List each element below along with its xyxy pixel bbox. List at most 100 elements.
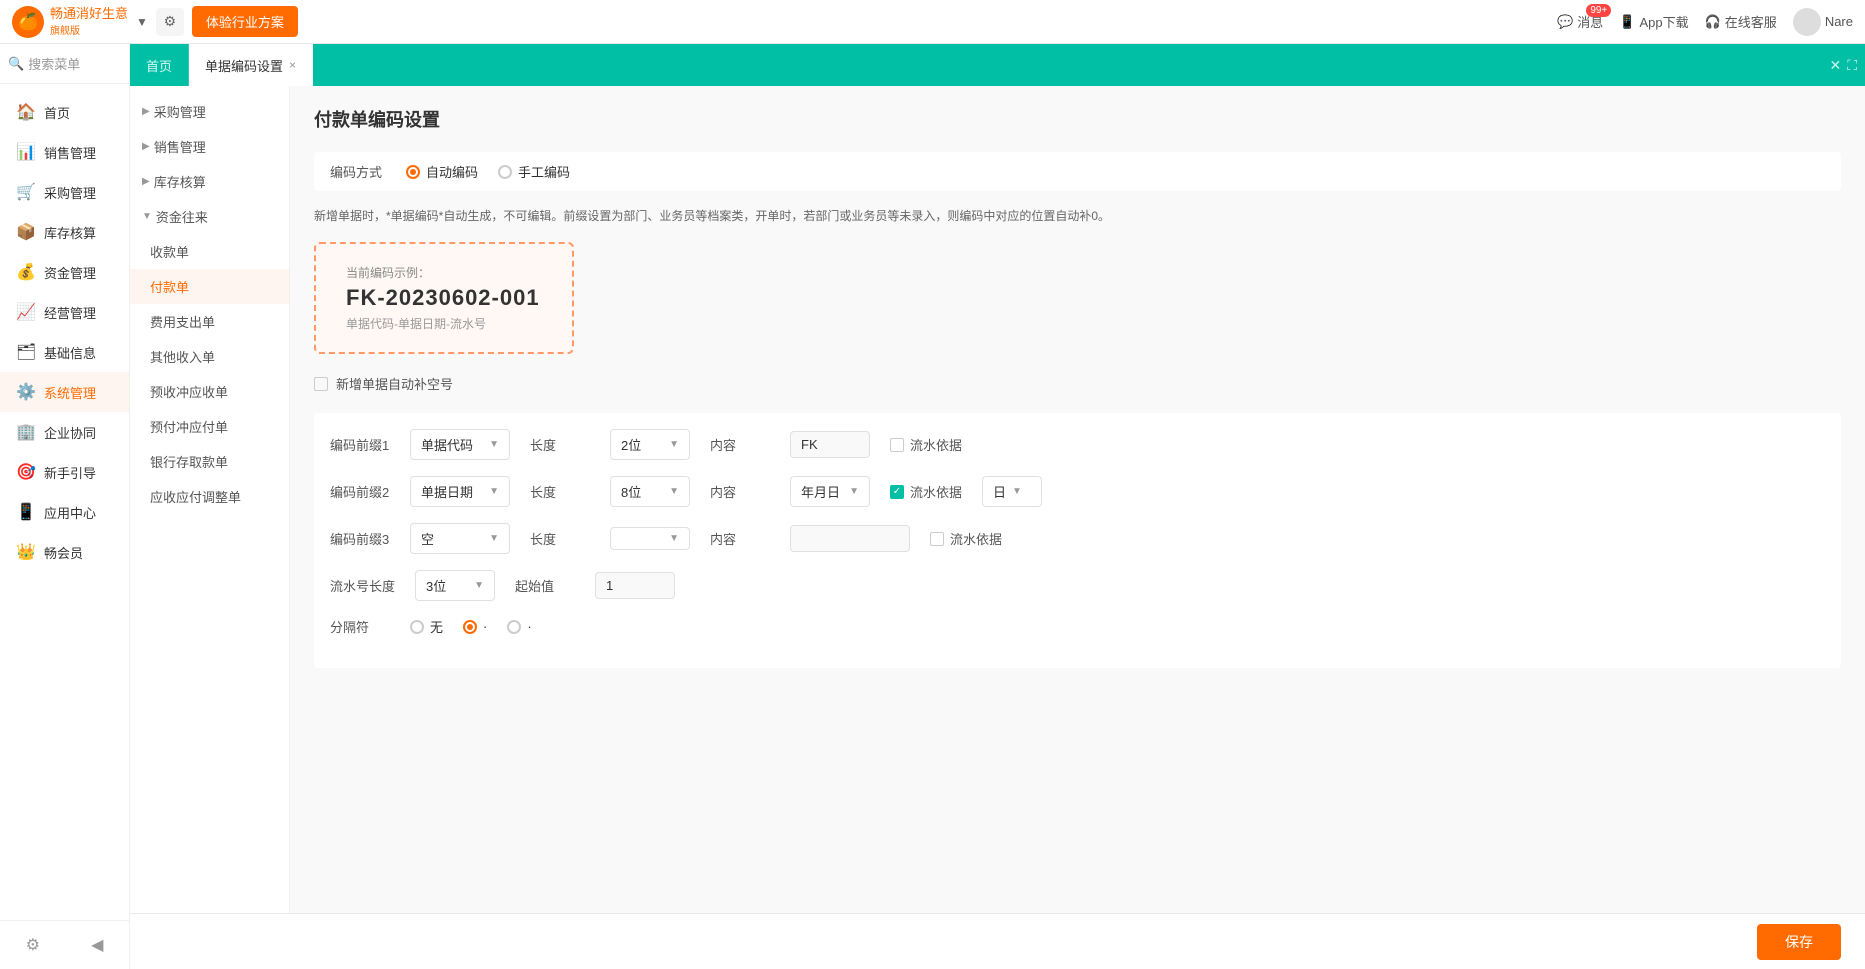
- dropdown-arrow-icon[interactable]: ▼: [136, 15, 148, 29]
- sidebar-item-sales-label: 销售管理: [44, 143, 96, 162]
- sidebar-item-purchase[interactable]: 🛒 采购管理: [0, 172, 129, 212]
- prefix3-length-select[interactable]: ▼: [610, 527, 690, 550]
- sidebar-search[interactable]: 🔍 搜索菜单: [0, 44, 129, 84]
- prefix3-select[interactable]: 空 ▼: [410, 523, 510, 554]
- sub-menu-item-receipt[interactable]: 收款单: [130, 234, 289, 269]
- sidebar-item-inventory-label: 库存核算: [44, 223, 96, 242]
- sub-menu-purchase-header[interactable]: ▶ 采购管理: [130, 94, 289, 129]
- sidebar-nav: 🏠 首页 📊 销售管理 🛒 采购管理 📦 库存核算 💰 资金管理 📈 经: [0, 84, 129, 920]
- inventory-arrow-icon: ▶: [142, 176, 150, 187]
- capital-arrow-icon: ▼: [142, 211, 152, 222]
- trial-button[interactable]: 体验行业方案: [192, 6, 298, 37]
- sub-menu-inventory-header[interactable]: ▶ 库存核算: [130, 164, 289, 199]
- collapse-icon[interactable]: ◀: [85, 929, 109, 961]
- auto-encode-radio[interactable]: 自动编码: [406, 162, 478, 181]
- sub-menu-item-expense[interactable]: 费用支出单: [130, 304, 289, 339]
- encoding-radio-group: 自动编码 手工编码: [406, 162, 570, 181]
- maximize-icon[interactable]: ⛶: [1847, 57, 1857, 74]
- enterprise-icon: 🏢: [16, 422, 36, 442]
- sidebar-item-member[interactable]: 👑 畅会员: [0, 532, 129, 572]
- prefix2-dropdown-icon: ▼: [489, 486, 499, 497]
- sidebar-item-basic[interactable]: 🗂 基础信息: [0, 332, 129, 372]
- bottom-bar: 保存: [130, 913, 1865, 969]
- sep-none-circle: [410, 620, 424, 634]
- page-title: 付款单编码设置: [314, 106, 1841, 132]
- sub-menu-item-income[interactable]: 其他收入单: [130, 339, 289, 374]
- sidebar-item-enterprise[interactable]: 🏢 企业协同: [0, 412, 129, 452]
- prefix2-serial-checkbox[interactable]: ✓: [890, 485, 904, 499]
- app-download-item[interactable]: 📱 App下载: [1619, 12, 1688, 31]
- sidebar-item-operation[interactable]: 📈 经营管理: [0, 292, 129, 332]
- sep-dash-radio[interactable]: ·: [507, 619, 531, 634]
- manual-encode-circle: [498, 165, 512, 179]
- start-value-input[interactable]: [595, 572, 675, 599]
- sidebar: 🔍 搜索菜单 🏠 首页 📊 销售管理 🛒 采购管理 📦 库存核算 💰: [0, 44, 130, 969]
- auto-fill-checkbox[interactable]: [314, 377, 328, 391]
- main-panel: 付款单编码设置 编码方式 自动编码 手工编码: [290, 86, 1865, 913]
- search-menu-inner[interactable]: 🔍 搜索菜单: [8, 54, 121, 73]
- app-download-label: App下载: [1639, 12, 1688, 31]
- prefix1-content-input[interactable]: [790, 431, 870, 458]
- online-service-item[interactable]: 🎧 在线客服: [1705, 12, 1777, 31]
- prefix2-select[interactable]: 单据日期 ▼: [410, 476, 510, 507]
- logo-icon: 🍊: [12, 6, 44, 38]
- sep-dot-radio[interactable]: ·: [463, 619, 487, 634]
- prefix1-select[interactable]: 单据代码 ▼: [410, 429, 510, 460]
- prefix2-day-select[interactable]: 日 ▼: [982, 476, 1042, 507]
- auto-fill-row: 新增单据自动补空号: [314, 374, 1841, 393]
- save-button[interactable]: 保存: [1757, 924, 1841, 960]
- sidebar-item-finance[interactable]: 💰 资金管理: [0, 252, 129, 292]
- sub-menu-capital-label: 资金往来: [156, 207, 208, 226]
- sub-menu-item-prepay-receive[interactable]: 预收冲应收单: [130, 374, 289, 409]
- sidebar-item-system[interactable]: ⚙️ 系统管理: [0, 372, 129, 412]
- online-service-icon: 🎧: [1705, 14, 1721, 30]
- close-window-icon[interactable]: ✕: [1829, 57, 1841, 74]
- sidebar-item-sales[interactable]: 📊 销售管理: [0, 132, 129, 172]
- sub-menu-sales-header[interactable]: ▶ 销售管理: [130, 129, 289, 164]
- sub-menu-item-bank-deposit[interactable]: 银行存取款单: [130, 444, 289, 479]
- sub-menu-item-prepay-pay[interactable]: 预付冲应付单: [130, 409, 289, 444]
- message-item[interactable]: 💬 消息 99+: [1557, 12, 1603, 31]
- prefix2-row: 编码前缀2 单据日期 ▼ 长度 8位 ▼ 内容 年月日: [330, 476, 1825, 507]
- tab-home[interactable]: 首页: [130, 44, 189, 86]
- sub-menu-group-sales: ▶ 销售管理: [130, 129, 289, 164]
- prefix1-length-dropdown-icon: ▼: [669, 439, 679, 450]
- separator-row: 分隔符 无 · ·: [330, 617, 1825, 636]
- info-text: 新增单据时，*单据编码*自动生成，不可编辑。前缀设置为部门、业务员等档案类，开单…: [314, 207, 1841, 226]
- serial-row: 流水号长度 3位 ▼ 起始值: [330, 570, 1825, 601]
- online-service-label: 在线客服: [1725, 12, 1777, 31]
- sep-dash-label: ·: [527, 619, 531, 634]
- main-layout: 🔍 搜索菜单 🏠 首页 📊 销售管理 🛒 采购管理 📦 库存核算 💰: [0, 44, 1865, 969]
- serial-length-select[interactable]: 3位 ▼: [415, 570, 495, 601]
- finance-icon: 💰: [16, 262, 36, 282]
- settings-bottom-icon[interactable]: ⚙: [20, 929, 46, 961]
- tab-serial-close-icon[interactable]: ×: [289, 58, 296, 72]
- sidebar-item-apps[interactable]: 📱 应用中心: [0, 492, 129, 532]
- sub-menu-item-payment[interactable]: 付款单: [130, 269, 289, 304]
- logo-text-area: 畅通消好生意 旗舰版: [50, 6, 128, 37]
- prefix1-serial-checkbox[interactable]: [890, 438, 904, 452]
- prefix1-row: 编码前缀1 单据代码 ▼ 长度 2位 ▼ 内容: [330, 429, 1825, 460]
- manual-encode-radio[interactable]: 手工编码: [498, 162, 570, 181]
- sub-menu-item-ar-ap-adjust[interactable]: 应收应付调整单: [130, 479, 289, 514]
- settings-gear-icon[interactable]: ⚙: [156, 8, 184, 36]
- purchase-arrow-icon: ▶: [142, 106, 150, 117]
- sidebar-item-newbie-label: 新手引导: [44, 463, 96, 482]
- prefix1-length-select[interactable]: 2位 ▼: [610, 429, 690, 460]
- sidebar-item-newbie[interactable]: 🎯 新手引导: [0, 452, 129, 492]
- prefix2-value: 单据日期: [421, 482, 473, 501]
- prefix2-content-select[interactable]: 年月日 ▼: [790, 476, 870, 507]
- sep-none-radio[interactable]: 无: [410, 617, 443, 636]
- tab-serial[interactable]: 单据编码设置 ×: [189, 44, 313, 86]
- sub-menu-purchase-label: 采购管理: [154, 102, 206, 121]
- prefix3-content-input[interactable]: [790, 525, 910, 552]
- user-avatar-item[interactable]: Nare: [1793, 8, 1853, 36]
- prefix3-serial-checkbox[interactable]: [930, 532, 944, 546]
- sidebar-item-inventory[interactable]: 📦 库存核算: [0, 212, 129, 252]
- sidebar-item-member-label: 畅会员: [44, 543, 83, 562]
- prefix1-label: 编码前缀1: [330, 435, 390, 454]
- sidebar-item-home[interactable]: 🏠 首页: [0, 92, 129, 132]
- prefix2-length-select[interactable]: 8位 ▼: [610, 476, 690, 507]
- sub-menu-capital-header[interactable]: ▼ 资金往来: [130, 199, 289, 234]
- search-icon: 🔍: [8, 56, 24, 72]
